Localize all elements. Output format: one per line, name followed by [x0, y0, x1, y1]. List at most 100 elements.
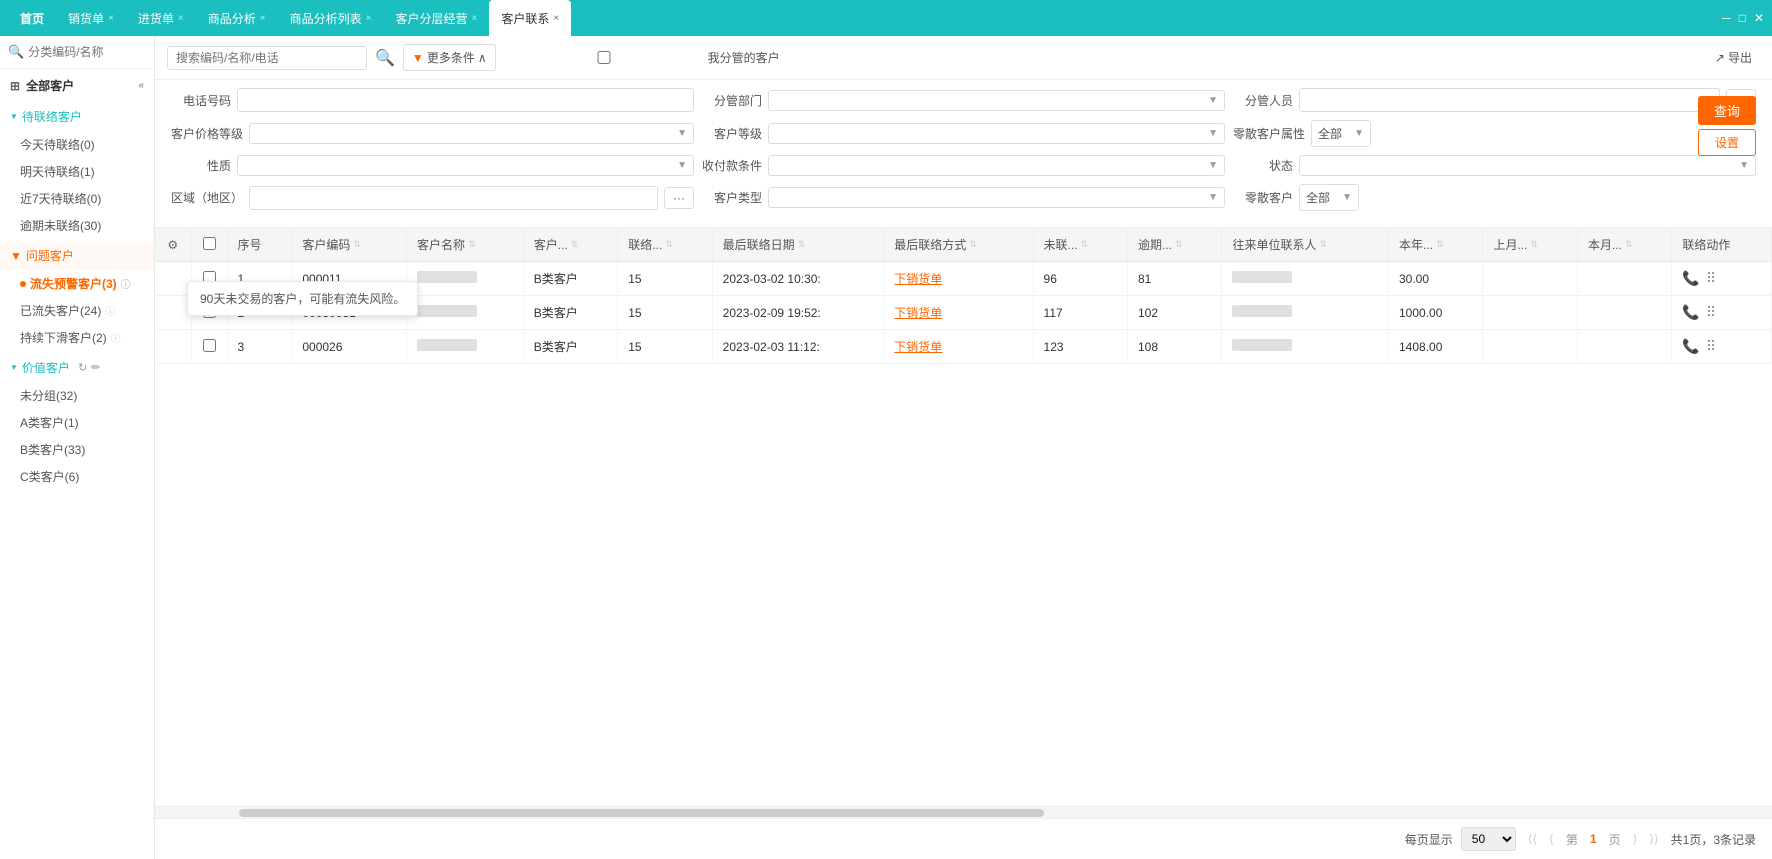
last-method-link[interactable]: 下销货单 [894, 272, 942, 286]
tab-home[interactable]: 首页 [8, 0, 56, 36]
price-tier-select[interactable]: ▼ [249, 123, 694, 144]
th-settings[interactable]: ⚙ [155, 228, 191, 262]
th-checkbox[interactable] [191, 228, 227, 262]
sidebar-all-customers[interactable]: ⊞ 全部客户 « [0, 69, 154, 102]
filter-icon: ▼ [412, 51, 424, 65]
sidebar-item-ungroups[interactable]: 未分组(32) [0, 382, 154, 409]
tab-sales-label: 销货单 [68, 10, 104, 27]
th-this-month[interactable]: 本月... ⇅ [1577, 228, 1671, 262]
customer-type-select[interactable]: ▼ [768, 187, 1225, 208]
last-page-icon[interactable]: ⟩⟩ [1645, 830, 1662, 848]
td-this-month [1577, 262, 1671, 296]
phone-action-icon[interactable]: 📞 [1682, 304, 1699, 321]
sidebar-item-a-class[interactable]: A类客户(1) [0, 409, 154, 436]
churn-group-title[interactable]: ▼ 问题客户 [0, 241, 154, 270]
more-action-icon[interactable]: ⠿ [1706, 304, 1716, 321]
th-code[interactable]: 客户编码 ⇅ [292, 228, 407, 262]
tab-purchase[interactable]: 进货单 × [126, 0, 196, 36]
tab-product-analysis[interactable]: 商品分析 × [196, 0, 278, 36]
th-contact-person[interactable]: 往来单位联系人 ⇅ [1222, 228, 1389, 262]
sort-icon: ⇅ [1175, 239, 1183, 250]
filter-dept: 分管部门 ▼ [702, 90, 1225, 111]
sidebar-item-c-class[interactable]: C类客户(6) [0, 463, 154, 490]
close-icon[interactable]: × [471, 13, 477, 24]
sidebar-item-already-churn[interactable]: 已流失客户(24) ⓘ [0, 297, 154, 324]
my-customer-check[interactable] [504, 51, 704, 64]
sidebar-item-churn-warning[interactable]: 流失预警客户(3) ⓘ [0, 270, 154, 297]
sidebar-item-b-class[interactable]: B类客户(33) [0, 436, 154, 463]
row-checkbox[interactable] [203, 339, 216, 352]
close-icon[interactable]: × [108, 13, 114, 24]
more-action-icon[interactable]: ⠿ [1706, 270, 1716, 287]
export-button[interactable]: ↗ 导出 [1707, 45, 1760, 70]
payment-select[interactable]: ▼ [768, 155, 1225, 176]
my-customer-checkbox[interactable]: 我分管的客户 [504, 49, 780, 66]
person-input[interactable] [1299, 88, 1720, 112]
phone-action-icon[interactable]: 📞 [1682, 338, 1699, 355]
query-button[interactable]: 查询 [1698, 96, 1756, 125]
last-method-link[interactable]: 下销货单 [894, 340, 942, 354]
zero-attr-select[interactable]: 全部 ▼ [1311, 120, 1371, 147]
filter-gender: 性质 ▼ [171, 155, 694, 176]
th-overdue[interactable]: 逾期... ⇅ [1128, 228, 1222, 262]
tab-customer-contact[interactable]: 客户联系 × [489, 0, 571, 36]
minimize-icon[interactable]: ─ [1722, 11, 1731, 25]
region-dots-button[interactable]: ··· [664, 187, 694, 209]
horizontal-scrollbar[interactable] [155, 806, 1772, 818]
td-checkbox[interactable] [191, 330, 227, 364]
th-unlinked[interactable]: 未联... ⇅ [1033, 228, 1127, 262]
search-input[interactable] [167, 46, 367, 70]
scroll-thumb[interactable] [239, 809, 1044, 817]
page-size-select[interactable]: 50 100 [1461, 827, 1516, 851]
td-name [407, 296, 524, 330]
dept-select[interactable]: ▼ [768, 90, 1225, 111]
refresh-icon[interactable]: ↻ [78, 361, 87, 374]
close-icon[interactable]: × [553, 13, 559, 24]
tab-product-analysis-list[interactable]: 商品分析列表 × [278, 0, 384, 36]
th-grade[interactable]: 客户... ⇅ [523, 228, 617, 262]
sidebar-item-overdue-pending[interactable]: 逾期未联络(30) [0, 212, 154, 239]
sidebar-item-declining[interactable]: 持续下滑客户(2) ⓘ [0, 324, 154, 351]
close-icon[interactable]: × [260, 13, 266, 24]
settings-button[interactable]: 设置 [1698, 129, 1756, 156]
more-filter-button[interactable]: ▼ 更多条件 ∧ [403, 44, 496, 71]
week-pending-label: 近7天待联络(0) [20, 190, 101, 207]
phone-input[interactable] [237, 88, 694, 112]
status-select[interactable]: ▼ [1299, 155, 1756, 176]
select-all-checkbox[interactable] [203, 237, 216, 250]
th-last-month[interactable]: 上月... ⇅ [1483, 228, 1577, 262]
sidebar-item-tomorrow-pending[interactable]: 明天待联络(1) [0, 158, 154, 185]
more-action-icon[interactable]: ⠿ [1706, 338, 1716, 355]
gender-select[interactable]: ▼ [237, 155, 694, 176]
region-input[interactable] [249, 186, 658, 210]
td-last-month [1483, 296, 1577, 330]
value-group-title[interactable]: ▼ 价值客户 ↻ ✏ [0, 353, 154, 382]
pending-group-title[interactable]: ▼ 待联络客户 [0, 102, 154, 131]
edit-icon[interactable]: ✏ [91, 361, 100, 374]
close-icon[interactable]: × [178, 13, 184, 24]
maximize-icon[interactable]: □ [1739, 11, 1746, 25]
sidebar-item-week-pending[interactable]: 近7天待联络(0) [0, 185, 154, 212]
close-icon[interactable]: × [366, 13, 372, 24]
search-button[interactable]: 🔍 [375, 48, 395, 68]
zero-customer-select[interactable]: 全部 ▼ [1299, 184, 1359, 211]
sidebar-search-input[interactable] [28, 45, 146, 59]
prev-page-icon[interactable]: ⟨ [1545, 830, 1558, 848]
th-last-method[interactable]: 最后联络方式 ⇅ [884, 228, 1033, 262]
sidebar-item-today-pending[interactable]: 今天待联络(0) [0, 131, 154, 158]
first-page-icon[interactable]: ⟨⟨ [1524, 830, 1541, 848]
triangle-icon: ▼ [10, 363, 18, 372]
close-window-icon[interactable]: ✕ [1754, 11, 1764, 25]
tab-customer-segment[interactable]: 客户分层经营 × [383, 0, 489, 36]
phone-action-icon[interactable]: 📞 [1682, 270, 1699, 287]
sidebar: 🔍 ⊞ 全部客户 « ▼ 待联络客户 今天待联络(0) 明天待联络(1) 近7天… [0, 36, 155, 859]
th-contact-count[interactable]: 联络... ⇅ [618, 228, 712, 262]
customer-grade-select[interactable]: ▼ [768, 123, 1225, 144]
th-this-year[interactable]: 本年... ⇅ [1389, 228, 1483, 262]
th-name[interactable]: 客户名称 ⇅ [407, 228, 524, 262]
next-page-icon[interactable]: ⟩ [1629, 830, 1642, 848]
sort-icon: ⇅ [798, 239, 806, 250]
tab-sales[interactable]: 销货单 × [56, 0, 126, 36]
last-method-link[interactable]: 下销货单 [894, 306, 942, 320]
th-last-date[interactable]: 最后联络日期 ⇅ [712, 228, 884, 262]
